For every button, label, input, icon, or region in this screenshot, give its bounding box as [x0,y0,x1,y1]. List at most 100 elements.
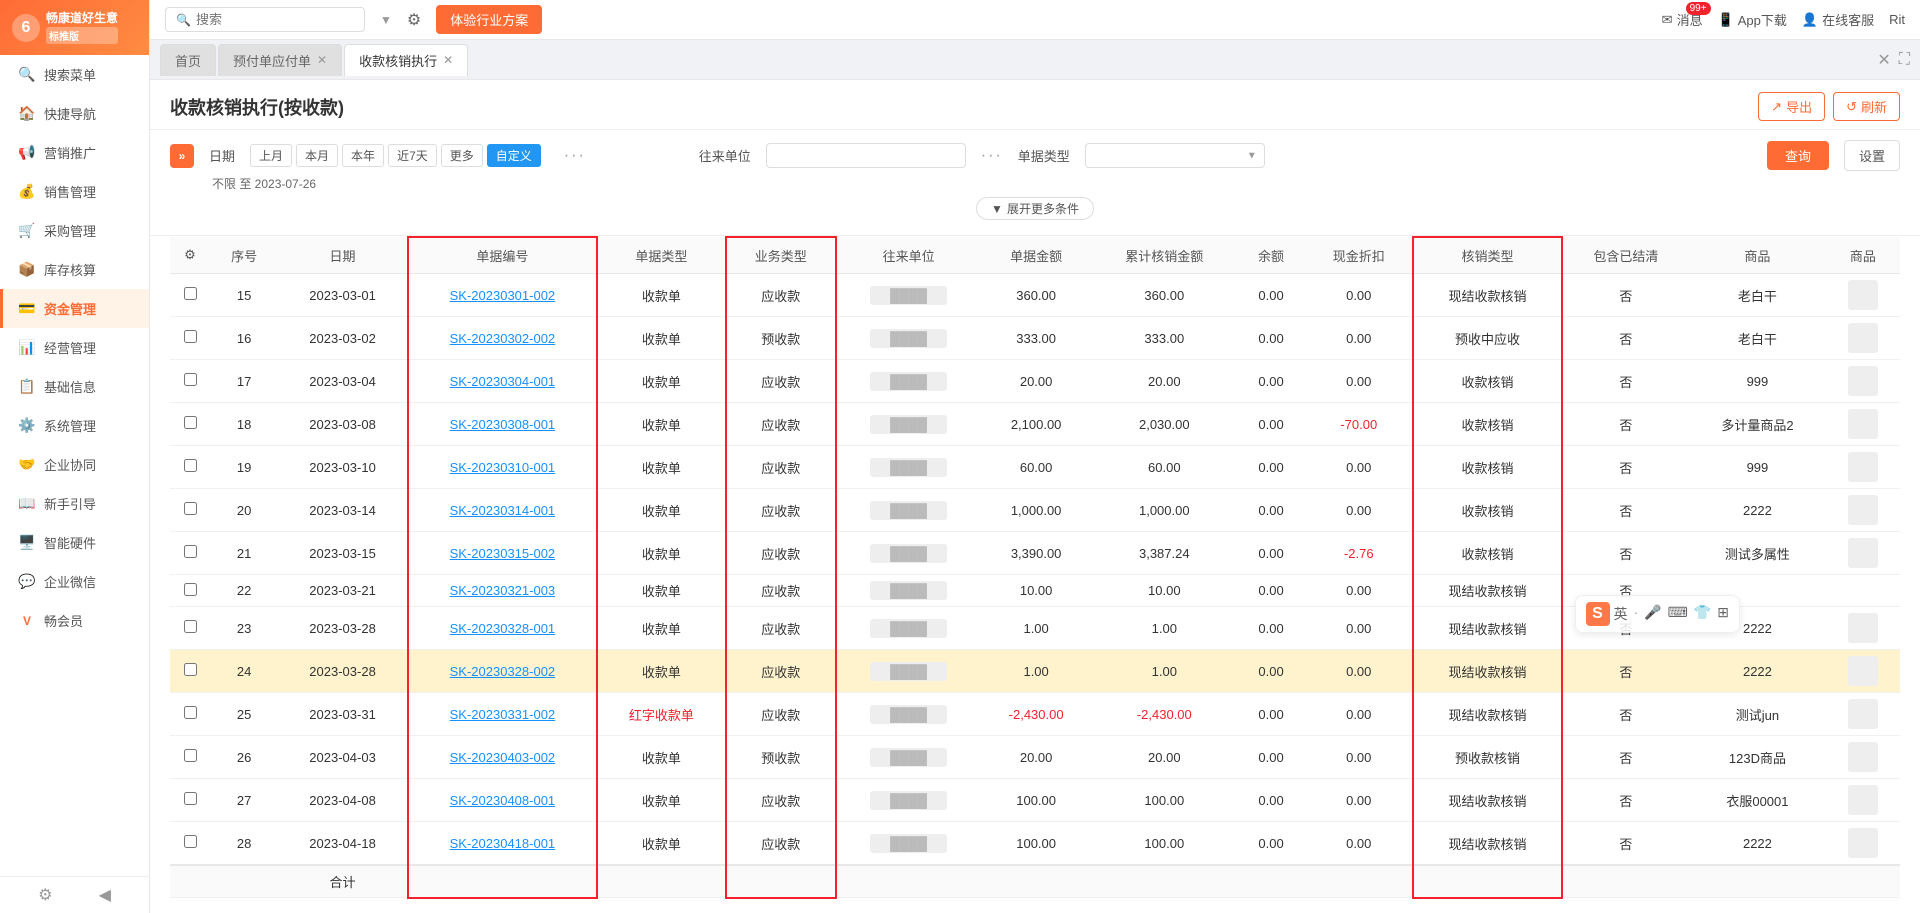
order-no-link[interactable]: SK-20230328-001 [450,621,556,636]
topbar-search-input[interactable] [196,12,336,27]
row-checkbox[interactable] [184,583,197,596]
cell-checkbox[interactable] [170,403,210,446]
cell-checkbox[interactable] [170,360,210,403]
cell-checkbox[interactable] [170,446,210,489]
order-no-link[interactable]: SK-20230304-001 [450,374,556,389]
row-checkbox[interactable] [184,792,197,805]
query-button[interactable]: 查询 [1767,141,1829,170]
cell-checkbox[interactable] [170,607,210,650]
collapse-button[interactable]: ◀ [99,885,111,905]
sidebar-item-sales[interactable]: 💰 销售管理 [0,172,149,211]
watermark-shirt-icon[interactable]: 👕 [1694,604,1711,624]
sidebar-item-wechat[interactable]: 💬 企业微信 [0,562,149,601]
cell-checkbox[interactable] [170,779,210,822]
row-checkbox[interactable] [184,545,197,558]
tab-prepay[interactable]: 预付单应付单 ✕ [218,44,342,76]
sidebar-item-quicknav[interactable]: 🏠 快捷导航 [0,94,149,133]
cell-checkbox[interactable] [170,736,210,779]
maximize-window-button[interactable]: ⛶ [1899,51,1910,69]
row-checkbox[interactable] [184,835,197,848]
unit-input[interactable] [766,143,966,168]
cell-write-type: 现结收款核销 [1413,693,1561,736]
row-checkbox[interactable] [184,287,197,300]
order-no-link[interactable]: SK-20230314-001 [450,503,556,518]
order-no-link[interactable]: SK-20230321-003 [450,583,556,598]
more-date-button[interactable]: 更多 [441,144,483,167]
online-service-button[interactable]: 👤 在线客服 [1802,10,1874,29]
row-checkbox[interactable] [184,330,197,343]
custom-date-button[interactable]: 自定义 [487,144,541,167]
sidebar-item-corp[interactable]: 🤝 企业协同 [0,445,149,484]
sidebar-item-hardware[interactable]: 🖥️ 智能硬件 [0,523,149,562]
row-checkbox[interactable] [184,459,197,472]
order-no-link[interactable]: SK-20230328-002 [450,664,556,679]
cell-order-no: SK-20230328-001 [408,607,597,650]
cell-checkbox[interactable] [170,822,210,866]
last-month-button[interactable]: 上月 [250,144,292,167]
order-no-link[interactable]: SK-20230308-001 [450,417,556,432]
order-no-link[interactable]: SK-20230331-002 [450,707,556,722]
sidebar-item-guide[interactable]: 📖 新手引导 [0,484,149,523]
cell-include-settled: 否 [1562,446,1689,489]
sidebar-item-finance[interactable]: 💳 资金管理 [0,289,149,328]
order-no-link[interactable]: SK-20230302-002 [450,331,556,346]
row-checkbox[interactable] [184,620,197,633]
tab-collection[interactable]: 收款核销执行 ✕ [344,44,468,76]
cell-checkbox[interactable] [170,489,210,532]
row-checkbox[interactable] [184,416,197,429]
this-year-button[interactable]: 本年 [342,144,384,167]
topbar-search-box[interactable]: 🔍 [165,7,365,32]
close-window-button[interactable]: ✕ [1877,50,1890,70]
tab-collection-close[interactable]: ✕ [443,53,453,67]
order-no-link[interactable]: SK-20230315-002 [450,546,556,561]
cell-checkbox[interactable] [170,274,210,317]
watermark-grid-icon[interactable]: ⊞ [1717,604,1729,624]
gear-button[interactable]: ⚙ [38,885,52,905]
watermark-keyboard-icon[interactable]: ⌨ [1668,604,1688,624]
order-no-link[interactable]: SK-20230418-001 [450,836,556,851]
industry-solution-button[interactable]: 体验行业方案 [436,5,542,34]
message-button[interactable]: ✉ 消息 99+ [1662,10,1703,29]
cell-checkbox[interactable] [170,575,210,607]
filter-expand-button[interactable]: » [170,144,194,168]
watermark-text-icon[interactable]: 英 [1614,604,1628,624]
sidebar-item-search[interactable]: 🔍 搜索菜单 [0,55,149,94]
tab-home[interactable]: 首页 [160,44,216,76]
row-checkbox[interactable] [184,373,197,386]
tab-prepay-close[interactable]: ✕ [317,53,327,67]
row-checkbox[interactable] [184,706,197,719]
cell-checkbox[interactable] [170,693,210,736]
order-no-link[interactable]: SK-20230408-001 [450,793,556,808]
cell-checkbox[interactable] [170,532,210,575]
sidebar-item-member[interactable]: V 畅会员 [0,601,149,640]
refresh-button[interactable]: ↺ 刷新 [1833,92,1900,121]
row-checkbox[interactable] [184,502,197,515]
sidebar-item-marketing[interactable]: 📢 营销推广 [0,133,149,172]
order-no-link[interactable]: SK-20230403-002 [450,750,556,765]
user-name[interactable]: Rit [1889,12,1905,27]
app-download-button[interactable]: 📱 App下载 [1718,10,1787,29]
export-button[interactable]: ↗ 导出 [1758,92,1825,121]
cell-checkbox[interactable] [170,317,210,360]
watermark-mic-icon[interactable]: 🎤 [1644,604,1661,624]
data-table: ⚙ 序号 日期 单据编号 单据类型 业务类型 往来单位 单据金额 累计核销金额 … [170,236,1900,899]
last-7days-button[interactable]: 近7天 [388,144,437,167]
this-month-button[interactable]: 本月 [296,144,338,167]
business-icon: 📊 [18,339,36,356]
sidebar-item-basic[interactable]: 📋 基础信息 [0,367,149,406]
cell-checkbox[interactable] [170,650,210,693]
type-select[interactable] [1085,143,1265,168]
column-gear[interactable]: ⚙ [170,237,210,274]
cell-write-type: 现结收款核销 [1413,575,1561,607]
order-no-link[interactable]: SK-20230310-001 [450,460,556,475]
row-checkbox[interactable] [184,663,197,676]
row-checkbox[interactable] [184,749,197,762]
sidebar-item-purchase[interactable]: 🛒 采购管理 [0,211,149,250]
sidebar-item-inventory[interactable]: 📦 库存核算 [0,250,149,289]
sidebar-item-business[interactable]: 📊 经营管理 [0,328,149,367]
sidebar-item-system[interactable]: ⚙️ 系统管理 [0,406,149,445]
settings-button[interactable]: 设置 [1844,140,1900,171]
expand-more-conditions-button[interactable]: ▼ 展开更多条件 [976,197,1094,220]
settings-icon[interactable]: ⚙ [407,10,421,30]
order-no-link[interactable]: SK-20230301-002 [450,288,556,303]
